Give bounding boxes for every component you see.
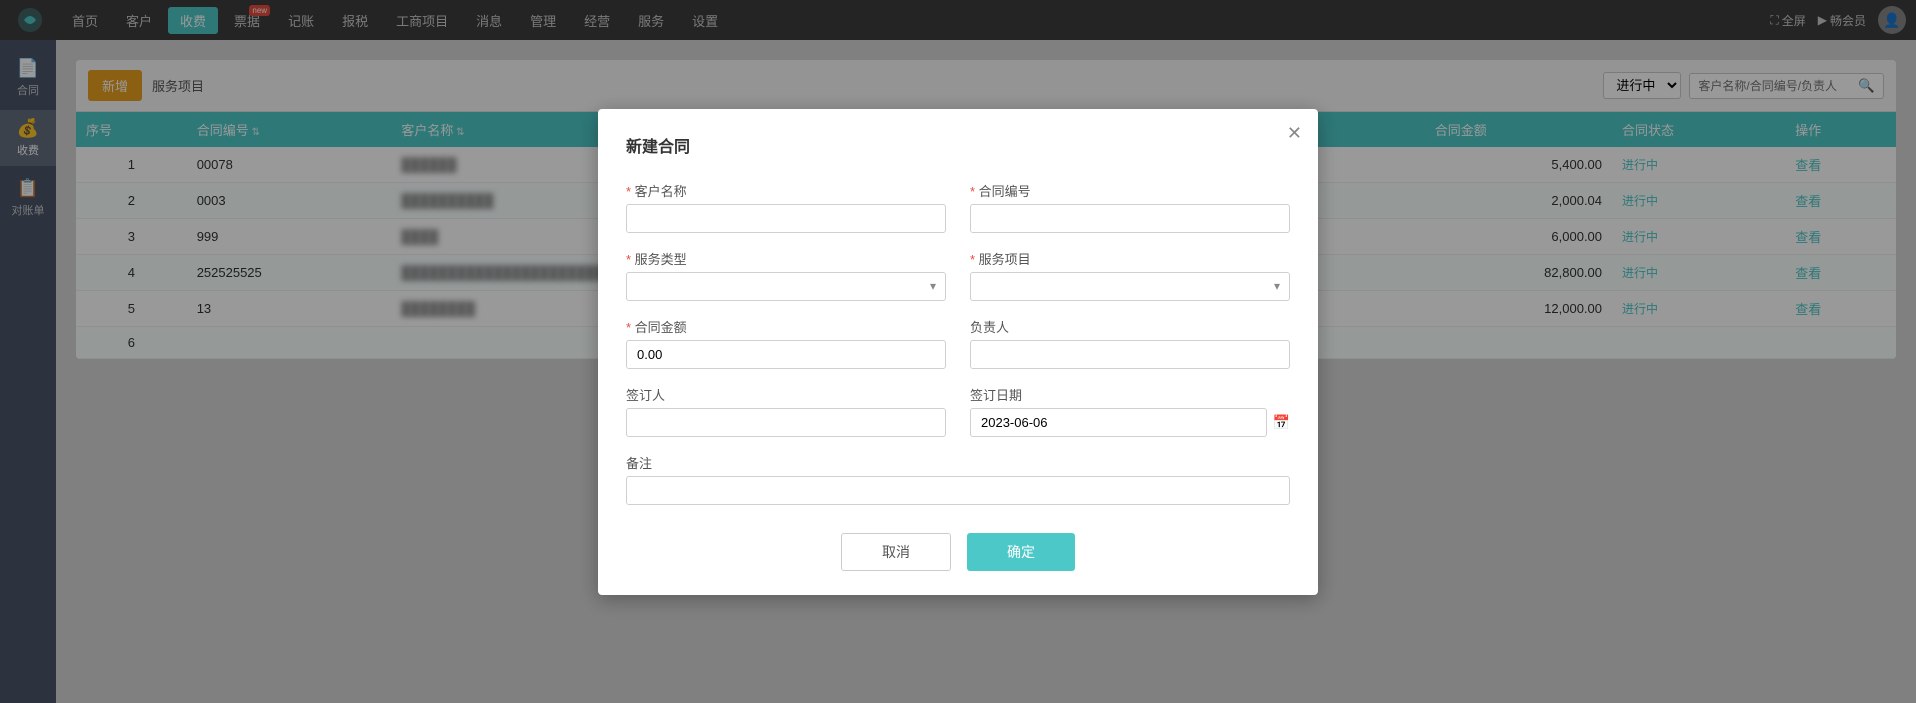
service-type-wrapper [626, 272, 946, 301]
confirm-button[interactable]: 确定 [967, 533, 1075, 571]
modal-footer: 取消 确定 [626, 533, 1290, 571]
form-row-owner: 负责人 [970, 317, 1290, 369]
contract-no-label: 合同编号 [970, 181, 1290, 200]
form-row-sign-date: 签订日期 📅 [970, 385, 1290, 437]
cancel-button[interactable]: 取消 [841, 533, 951, 571]
form-row-service-item: 服务项目 [970, 249, 1290, 301]
contract-no-input[interactable] [970, 204, 1290, 233]
client-name-input[interactable] [626, 204, 946, 233]
form-grid: 客户名称 合同编号 服务类型 服务项目 [626, 181, 1290, 505]
service-item-label: 服务项目 [970, 249, 1290, 268]
sign-date-wrapper: 📅 [970, 408, 1290, 437]
form-row-client: 客户名称 [626, 181, 946, 233]
form-row-signer: 签订人 [626, 385, 946, 437]
owner-input[interactable] [970, 340, 1290, 369]
modal-overlay[interactable]: 新建合同 ✕ 客户名称 合同编号 服务类型 服务项 [0, 0, 1916, 703]
form-row-remarks: 备注 [626, 453, 1290, 505]
form-row-service-type: 服务类型 [626, 249, 946, 301]
sign-date-input[interactable] [970, 408, 1267, 437]
modal-close-button[interactable]: ✕ [1287, 123, 1302, 144]
service-item-select[interactable] [970, 272, 1290, 301]
form-row-amount: 合同金额 [626, 317, 946, 369]
signer-label: 签订人 [626, 385, 946, 404]
service-item-wrapper [970, 272, 1290, 301]
new-contract-modal: 新建合同 ✕ 客户名称 合同编号 服务类型 服务项 [598, 109, 1318, 595]
calendar-icon[interactable]: 📅 [1273, 414, 1290, 431]
service-type-label: 服务类型 [626, 249, 946, 268]
amount-input[interactable] [626, 340, 946, 369]
sign-date-label: 签订日期 [970, 385, 1290, 404]
remarks-label: 备注 [626, 453, 1290, 472]
owner-label: 负责人 [970, 317, 1290, 336]
modal-title: 新建合同 [626, 133, 1290, 157]
form-row-contract-no: 合同编号 [970, 181, 1290, 233]
service-type-select[interactable] [626, 272, 946, 301]
signer-input[interactable] [626, 408, 946, 437]
amount-label: 合同金额 [626, 317, 946, 336]
client-name-label: 客户名称 [626, 181, 946, 200]
remarks-input[interactable] [626, 476, 1290, 505]
